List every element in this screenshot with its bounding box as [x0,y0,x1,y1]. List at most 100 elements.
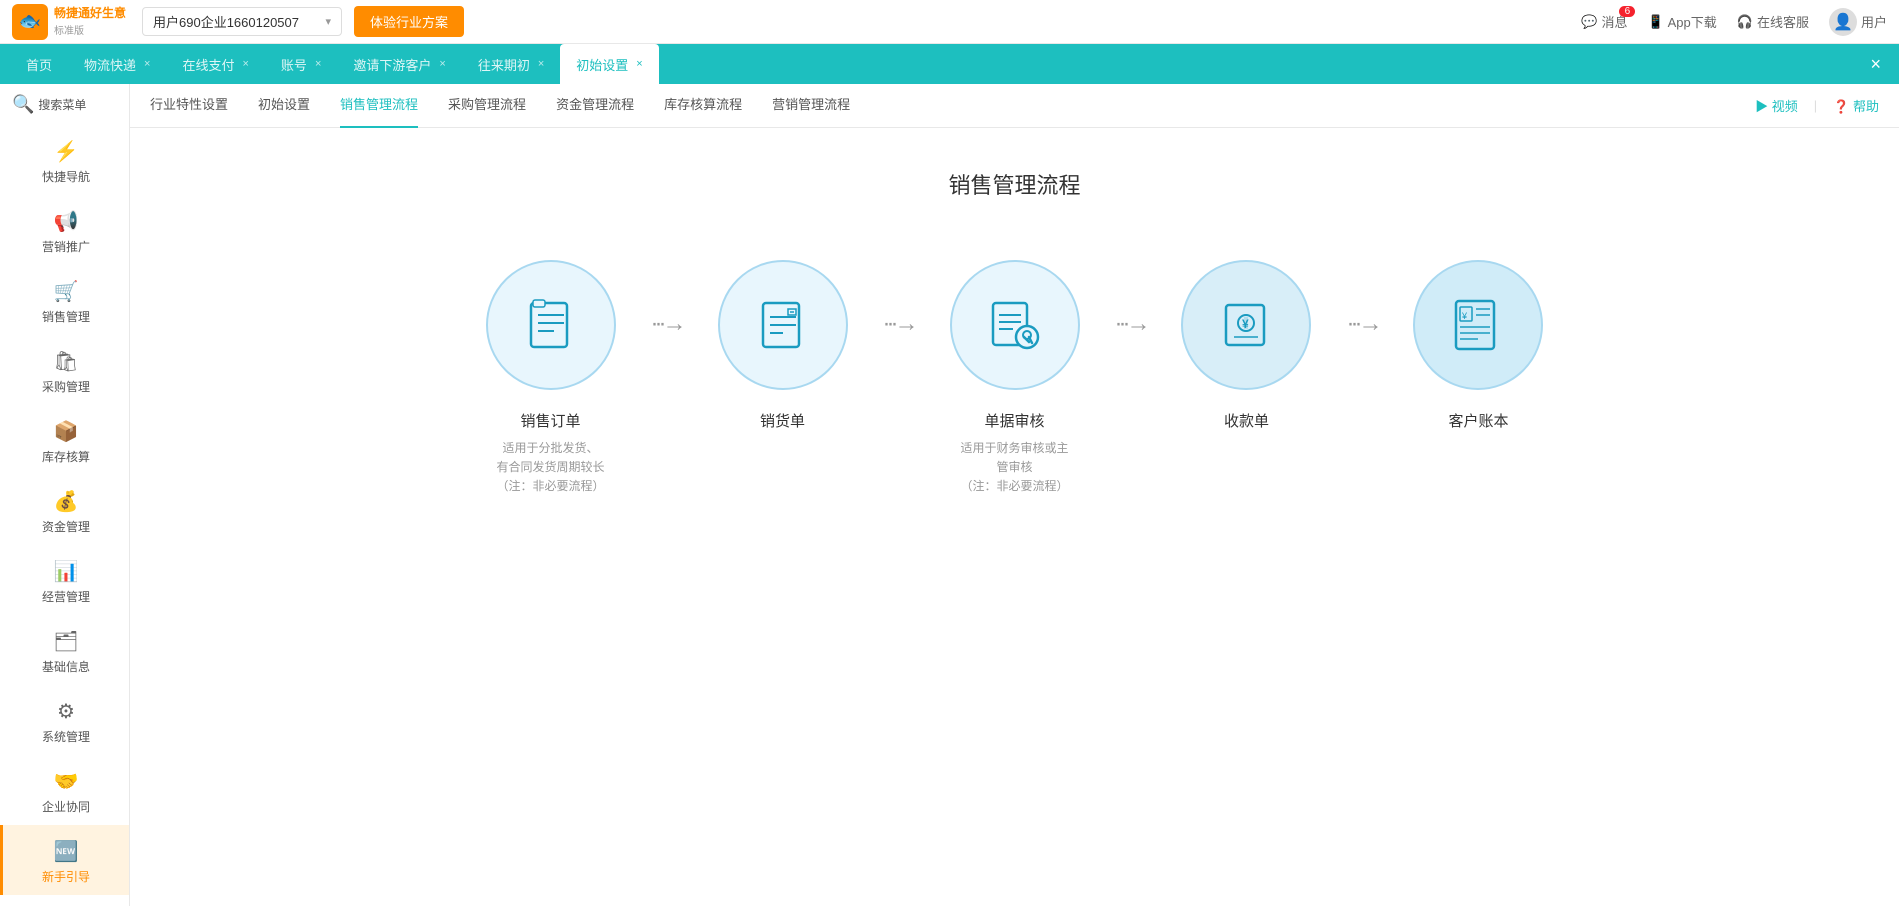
box-icon: 📦 [54,419,79,444]
flow-circle-doc-review[interactable] [950,260,1080,390]
tab-init-label: 初始设置 [576,55,628,74]
money-icon: 💰 [54,489,79,514]
step-desc-doc-review: 适用于财务审核或主管审核（注：非必要流程） [960,439,1068,497]
sidebar-item-marketing[interactable]: 📢 营销推广 [0,195,129,265]
sidebar-item-guide[interactable]: 🆕 新手引导 [0,825,129,895]
sidebar-item-guide-label: 新手引导 [42,868,90,885]
flow-circle-receipt[interactable]: ¥ [1181,260,1311,390]
subtab-marketing-flow[interactable]: 营销管理流程 [772,84,850,128]
chart-icon: 📊 [54,559,79,584]
step-name-sales-invoice: 销货单 [760,410,805,431]
tab-period[interactable]: 往来期初 × [462,44,560,84]
flow-arrow-2: ···→ [883,260,915,338]
sidebar-item-search-label: 搜索菜单 [38,96,86,113]
message-button[interactable]: 💬 消息 6 [1581,12,1627,31]
step-name-receipt: 收款单 [1224,410,1269,431]
video-button[interactable]: ▶ 视频 [1755,96,1798,115]
sidebar-item-business[interactable]: 📊 经营管理 [0,545,129,615]
online-service-button[interactable]: 🎧 在线客服 [1737,12,1809,31]
chevron-down-icon: ▾ [325,15,331,28]
subtab-finance-flow[interactable]: 资金管理流程 [556,84,634,128]
shopping-icon: 🛍 [53,349,78,374]
layout: 🔍 搜索菜单 ⚡ 快捷导航 📢 营销推广 🛒 销售管理 🛍 采购管理 📦 库存核… [0,84,1899,906]
subtab-purchase-flow[interactable]: 采购管理流程 [448,84,526,128]
subtab-init-label: 初始设置 [258,94,310,113]
tab-logistics-close[interactable]: × [144,58,150,70]
close-all-tabs[interactable]: × [1862,54,1889,75]
play-icon: ▶ [1755,99,1768,114]
sidebar-item-basic-label: 基础信息 [42,658,90,675]
sidebar-item-enterprise-label: 企业协同 [42,798,90,815]
sidebar-item-basic[interactable]: 🗂 基础信息 [0,615,129,685]
user-label: 用户 [1861,12,1887,31]
sales-order-icon [521,295,581,355]
sidebar-item-enterprise[interactable]: 🤝 企业协同 [0,755,129,825]
tab-invite-close[interactable]: × [439,58,445,70]
tab-init-close[interactable]: × [636,58,642,70]
tab-invite[interactable]: 邀请下游客户 × [337,44,461,84]
lightning-icon: ⚡ [54,139,79,164]
tab-home-label: 首页 [26,55,52,74]
sidebar-item-purchase[interactable]: 🛍 采购管理 [0,335,129,405]
tab-account[interactable]: 账号 × [265,44,337,84]
folder-icon: 🗂 [53,629,78,654]
sidebar-item-system-label: 系统管理 [42,728,90,745]
page-title: 销售管理流程 [150,168,1879,200]
tab-account-close[interactable]: × [315,58,321,70]
sub-tab-actions: ▶ 视频 | ❓ 帮助 [1755,96,1879,115]
subtab-inventory-flow-label: 库存核算流程 [664,94,742,113]
flow-circle-sales-invoice[interactable] [718,260,848,390]
sidebar-item-inventory-label: 库存核算 [42,448,90,465]
tab-logistics-label: 物流快递 [84,55,136,74]
help-button[interactable]: ❓ 帮助 [1833,96,1879,115]
step-name-customer-ledger: 客户账本 [1448,410,1508,431]
receipt-icon: ¥ [1216,295,1276,355]
top-bar: 🐟 畅捷通好生意 标准版 用户690企业1660120507 ▾ 体验行业方案 … [0,0,1899,44]
sidebar-item-search[interactable]: 🔍 搜索菜单 [0,84,129,125]
tab-payment-close[interactable]: × [242,58,248,70]
handshake-icon: 🤝 [54,769,79,794]
user-menu[interactable]: 👤 用户 [1829,8,1887,36]
flow-step-customer-ledger: ¥ 客户账本 [1378,260,1578,439]
tab-logistics[interactable]: 物流快递 × [68,44,166,84]
sidebar-item-purchase-label: 采购管理 [42,378,90,395]
flow-diagram: 销售订单 适用于分批发货、有合同发货周期较长（注：非必要流程） ···→ [150,260,1879,497]
tab-init[interactable]: 初始设置 × [560,44,658,84]
sidebar: 🔍 搜索菜单 ⚡ 快捷导航 📢 营销推广 🛒 销售管理 🛍 采购管理 📦 库存核… [0,84,130,906]
sidebar-item-quick[interactable]: ⚡ 快捷导航 [0,125,129,195]
sidebar-item-sales[interactable]: 🛒 销售管理 [0,265,129,335]
sidebar-item-finance[interactable]: 💰 资金管理 [0,475,129,545]
subtab-industry[interactable]: 行业特性设置 [150,84,228,128]
app-download-button[interactable]: 📱 App下载 [1647,12,1716,31]
sidebar-item-apps[interactable]: 📱 应用中心 [0,895,129,906]
avatar: 👤 [1829,8,1857,36]
tab-payment[interactable]: 在线支付 × [166,44,264,84]
subtab-inventory-flow[interactable]: 库存核算流程 [664,84,742,128]
tab-period-close[interactable]: × [538,58,544,70]
logo-sub: 标准版 [54,22,126,37]
step-name-sales-order: 销售订单 [521,410,581,431]
subtab-finance-flow-label: 资金管理流程 [556,94,634,113]
video-label: 视频 [1772,99,1798,114]
tab-payment-label: 在线支付 [182,55,234,74]
flow-arrow-3: ···→ [1115,260,1147,338]
experience-button[interactable]: 体验行业方案 [354,6,464,37]
message-icon: 💬 [1581,14,1597,30]
subtab-sales-flow[interactable]: 销售管理流程 [340,84,418,128]
gear-icon: ⚙ [57,699,75,724]
flow-circle-sales-order[interactable] [486,260,616,390]
tab-invite-label: 邀请下游客户 [353,55,431,74]
flow-circle-customer-ledger[interactable]: ¥ [1413,260,1543,390]
download-icon: 📱 [1647,14,1663,30]
subtab-init[interactable]: 初始设置 [258,84,310,128]
tab-home[interactable]: 首页 [10,44,68,84]
app-download-label: App下载 [1668,12,1717,31]
sidebar-item-system[interactable]: ⚙ 系统管理 [0,685,129,755]
flow-step-doc-review: 单据审核 适用于财务审核或主管审核（注：非必要流程） [915,260,1115,497]
sidebar-item-inventory[interactable]: 📦 库存核算 [0,405,129,475]
user-selector[interactable]: 用户690企业1660120507 ▾ [142,7,342,36]
tab-account-label: 账号 [281,55,307,74]
svg-text:¥: ¥ [1461,311,1468,321]
customer-ledger-icon: ¥ [1448,295,1508,355]
sidebar-item-quick-label: 快捷导航 [42,168,90,185]
